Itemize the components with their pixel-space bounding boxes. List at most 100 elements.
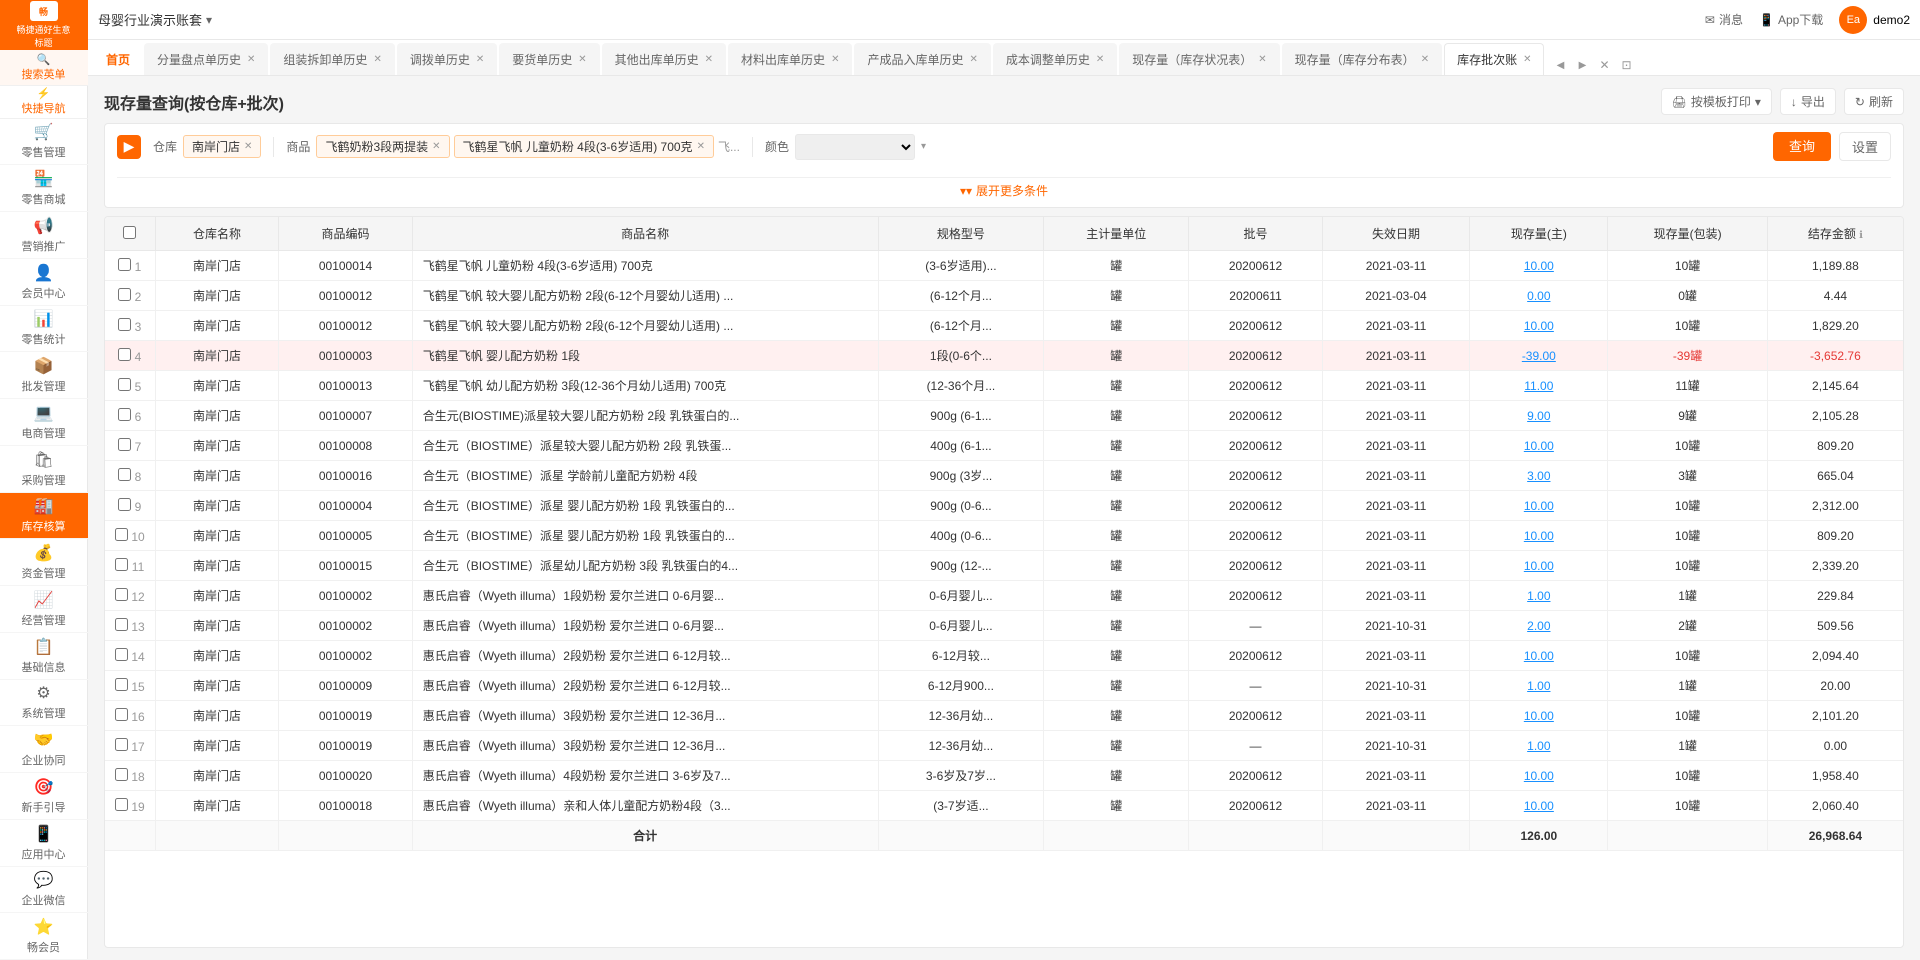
product-tag-1[interactable]: 飞鹤奶粉3段两提装 ✕ xyxy=(316,135,449,158)
cell-qty-main[interactable]: 1.00 xyxy=(1470,581,1608,611)
warehouse-tag-close[interactable]: ✕ xyxy=(244,141,252,152)
settings-button[interactable]: 设置 xyxy=(1839,132,1891,161)
cell-checkbox[interactable]: 11 xyxy=(105,551,155,581)
cell-qty-main[interactable]: 2.00 xyxy=(1470,611,1608,641)
color-filter-select[interactable] xyxy=(795,134,915,160)
tab-yao-huo-close[interactable]: ✕ xyxy=(578,54,586,65)
tab-kucun-zhuang[interactable]: 现存量（库存状况表） ✕ xyxy=(1119,43,1279,75)
cell-qty-main[interactable]: 10.00 xyxy=(1470,521,1608,551)
sidebar-search[interactable]: 🔍 搜索英单 xyxy=(0,50,88,86)
sidebar-item-warehouse[interactable]: 🏭 库存核算 xyxy=(0,493,88,540)
row-checkbox[interactable] xyxy=(118,408,131,421)
sidebar-item-retail[interactable]: 🛒 零售管理 xyxy=(0,119,88,166)
cell-checkbox[interactable]: 18 xyxy=(105,761,155,791)
cell-qty-main[interactable]: 10.00 xyxy=(1470,311,1608,341)
cell-qty-main[interactable]: 10.00 xyxy=(1470,551,1608,581)
row-checkbox[interactable] xyxy=(115,678,128,691)
row-checkbox[interactable] xyxy=(115,648,128,661)
row-checkbox[interactable] xyxy=(118,378,131,391)
export-button[interactable]: ↓ 导出 xyxy=(1780,88,1836,115)
cell-checkbox[interactable]: 13 xyxy=(105,611,155,641)
tab-menu[interactable]: ⊡ xyxy=(1616,55,1636,75)
sidebar-item-wholesale[interactable]: 📦 批发管理 xyxy=(0,352,88,399)
row-checkbox[interactable] xyxy=(118,288,131,301)
cell-qty-main[interactable]: 10.00 xyxy=(1470,641,1608,671)
cell-checkbox[interactable]: 2 xyxy=(105,281,155,311)
row-checkbox[interactable] xyxy=(115,768,128,781)
product-tag-2[interactable]: 飞鹤星飞帆 儿童奶粉 4段(3-6岁适用) 700克 ✕ xyxy=(454,135,714,158)
cell-checkbox[interactable]: 12 xyxy=(105,581,155,611)
tab-kucun-zhuang-close[interactable]: ✕ xyxy=(1258,54,1266,65)
tab-qi-ta-chu[interactable]: 其他出库单历史 ✕ xyxy=(602,43,726,75)
cell-checkbox[interactable]: 8 xyxy=(105,461,155,491)
cell-checkbox[interactable]: 19 xyxy=(105,791,155,821)
tab-cheng-ben[interactable]: 成本调整单历史 ✕ xyxy=(993,43,1117,75)
sidebar-item-member[interactable]: 👤 会员中心 xyxy=(0,259,88,306)
tab-zu-chai[interactable]: 组装拆卸单历史 ✕ xyxy=(270,43,394,75)
sidebar-item-finance[interactable]: 💰 资金管理 xyxy=(0,539,88,586)
cell-qty-main[interactable]: 9.00 xyxy=(1470,401,1608,431)
cell-qty-main[interactable]: 10.00 xyxy=(1470,491,1608,521)
cell-qty-main[interactable]: 1.00 xyxy=(1470,671,1608,701)
query-button[interactable]: 查询 xyxy=(1773,132,1831,161)
cell-qty-main[interactable]: 3.00 xyxy=(1470,461,1608,491)
sidebar-item-appstore[interactable]: 📱 应用中心 xyxy=(0,820,88,867)
tab-fen-pan-close[interactable]: ✕ xyxy=(247,54,255,65)
tab-diao-bo-close[interactable]: ✕ xyxy=(476,54,484,65)
cell-checkbox[interactable]: 5 xyxy=(105,371,155,401)
topbar-user[interactable]: Ea demo2 xyxy=(1839,6,1910,34)
topbar-dropdown[interactable]: ▾ xyxy=(206,13,212,27)
cell-checkbox[interactable]: 14 xyxy=(105,641,155,671)
tab-cai-liao-close[interactable]: ✕ xyxy=(831,54,839,65)
sidebar-item-member2[interactable]: ⭐ 畅会员 xyxy=(0,913,88,960)
sidebar-item-basic[interactable]: 📋 基础信息 xyxy=(0,633,88,680)
cell-qty-main[interactable]: 10.00 xyxy=(1470,251,1608,281)
row-checkbox[interactable] xyxy=(115,618,128,631)
cell-checkbox[interactable]: 1 xyxy=(105,251,155,281)
cell-checkbox[interactable]: 10 xyxy=(105,521,155,551)
row-checkbox[interactable] xyxy=(118,318,131,331)
row-checkbox[interactable] xyxy=(118,258,131,271)
sidebar-item-ecommerce[interactable]: 💻 电商管理 xyxy=(0,399,88,446)
sidebar-item-newguide[interactable]: 🎯 新手引导 xyxy=(0,773,88,820)
cell-checkbox[interactable]: 17 xyxy=(105,731,155,761)
cell-qty-main[interactable]: 10.00 xyxy=(1470,701,1608,731)
tab-chan-pin[interactable]: 产成品入库单历史 ✕ xyxy=(854,43,990,75)
row-checkbox[interactable] xyxy=(118,468,131,481)
refresh-button[interactable]: ↻ 刷新 xyxy=(1844,88,1904,115)
cell-checkbox[interactable]: 15 xyxy=(105,671,155,701)
cell-qty-main[interactable]: 10.00 xyxy=(1470,791,1608,821)
row-checkbox[interactable] xyxy=(118,438,131,451)
sidebar-quicknav[interactable]: ⚡ 快捷导航 xyxy=(0,86,88,118)
cell-qty-main[interactable]: -39.00 xyxy=(1470,341,1608,371)
tab-qi-ta-chu-close[interactable]: ✕ xyxy=(705,54,713,65)
th-checkbox[interactable] xyxy=(105,217,155,251)
amount-info-icon[interactable]: ℹ xyxy=(1859,230,1863,241)
row-checkbox[interactable] xyxy=(115,528,128,541)
tab-kucun-pi[interactable]: 库存批次账 ✕ xyxy=(1444,43,1544,75)
cell-checkbox[interactable]: 9 xyxy=(105,491,155,521)
tab-kucun-fen[interactable]: 现存量（库存分布表） ✕ xyxy=(1282,43,1442,75)
sidebar-item-stats[interactable]: 📊 零售统计 xyxy=(0,306,88,353)
tab-prev-arrow[interactable]: ◀ xyxy=(1550,55,1570,75)
sidebar-logo[interactable]: 畅 畅捷通好生意 标题 xyxy=(0,0,88,50)
sidebar-item-business[interactable]: 📈 经营管理 xyxy=(0,586,88,633)
tab-kucun-fen-close[interactable]: ✕ xyxy=(1421,54,1429,65)
tab-home[interactable]: 首页 xyxy=(94,43,142,75)
sidebar-item-marketing[interactable]: 📢 营销推广 xyxy=(0,212,88,259)
warehouse-tag-1[interactable]: 南岸门店 ✕ xyxy=(183,135,261,158)
cell-checkbox[interactable]: 6 xyxy=(105,401,155,431)
row-checkbox[interactable] xyxy=(118,348,131,361)
sidebar-item-shop[interactable]: 🏪 零售商城 xyxy=(0,165,88,212)
cell-qty-main[interactable]: 10.00 xyxy=(1470,431,1608,461)
sidebar-item-system[interactable]: ⚙ 系统管理 xyxy=(0,680,88,727)
tab-cai-liao[interactable]: 材料出库单历史 ✕ xyxy=(728,43,852,75)
tab-zu-chai-close[interactable]: ✕ xyxy=(373,54,381,65)
product-tag-close-1[interactable]: ✕ xyxy=(432,141,440,152)
tab-kucun-pi-close[interactable]: ✕ xyxy=(1523,54,1531,65)
product-tag-close-2[interactable]: ✕ xyxy=(697,141,705,152)
row-checkbox[interactable] xyxy=(118,498,131,511)
cell-checkbox[interactable]: 7 xyxy=(105,431,155,461)
sidebar-item-wechat[interactable]: 💬 企业微信 xyxy=(0,867,88,914)
topbar-message[interactable]: ✉ 消息 xyxy=(1705,11,1743,28)
